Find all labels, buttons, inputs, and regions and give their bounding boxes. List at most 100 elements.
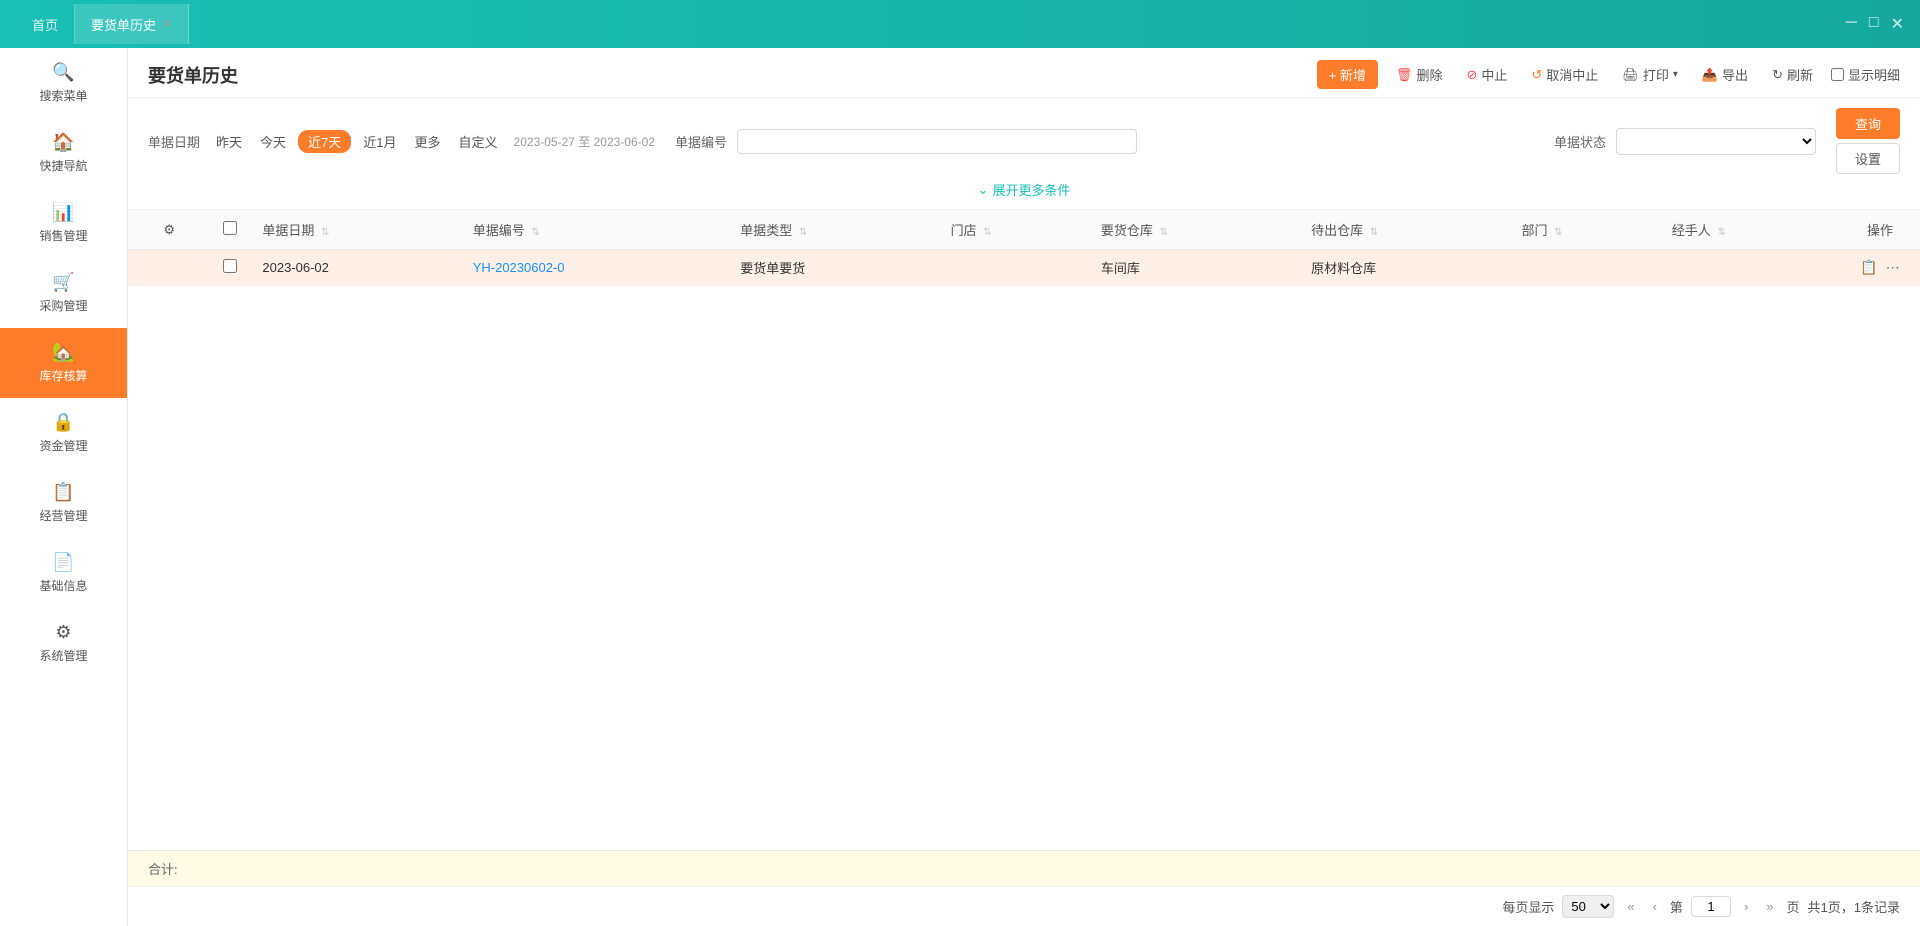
col-req-warehouse[interactable]: 要货仓库 ⇅	[1089, 210, 1299, 250]
new-button[interactable]: + 新增	[1317, 60, 1378, 89]
total-label: 合计:	[148, 862, 178, 877]
cancel-stop-button[interactable]: ↺ 取消中止	[1525, 61, 1604, 88]
tab-bar: 首页 要货单历史 ✕	[16, 4, 1846, 44]
doc-number-input[interactable]	[737, 129, 1137, 154]
first-page-btn[interactable]: «	[1622, 897, 1639, 916]
export-button[interactable]: 📤 导出	[1696, 61, 1754, 88]
sidebar-item-purchase-mgmt[interactable]: 🛒 采购管理	[0, 258, 127, 328]
display-detail-checkbox[interactable]: 显示明细	[1831, 65, 1900, 84]
row-select-0[interactable]	[223, 259, 237, 273]
sidebar-item-system-mgmt-label: 系统管理	[39, 647, 87, 664]
next-page-btn[interactable]: ›	[1739, 897, 1753, 916]
page-header: 要货单历史 + 新增 🗑 删除 ⊘ 中止	[128, 48, 1920, 98]
prev-page-btn[interactable]: ‹	[1648, 897, 1662, 916]
expand-more-btn[interactable]: ⌄ 展开更多条件	[978, 180, 1071, 199]
col-doc-date[interactable]: 单据日期 ⇅	[250, 210, 460, 250]
purchase-mgmt-icon: 🛒	[52, 272, 74, 293]
sidebar-item-operations-mgmt[interactable]: 📋 经营管理	[0, 468, 127, 538]
col-pending-warehouse[interactable]: 待出仓库 ⇅	[1299, 210, 1509, 250]
sidebar-item-purchase-mgmt-label: 采购管理	[39, 297, 87, 314]
sort-icon-handler: ⇅	[1717, 227, 1725, 238]
tab-requisition-history[interactable]: 要货单历史 ✕	[75, 4, 189, 44]
sidebar-item-operations-mgmt-label: 经营管理	[39, 507, 87, 524]
filter-area: 单据日期 昨天 今天 近7天 近1月 更多 自定义 2023-05-27 至 2…	[128, 98, 1920, 210]
minimize-icon[interactable]: ─	[1846, 14, 1857, 34]
op-icons-0: 📋 ⋯	[1852, 259, 1908, 276]
toolbar: + 新增 🗑 删除 ⊘ 中止 ↺ 取消中止	[1317, 60, 1900, 89]
col-store[interactable]: 门店 ⇅	[939, 210, 1089, 250]
per-page-label: 每页显示	[1502, 897, 1554, 916]
total-info: 共1页，1条记录	[1808, 897, 1900, 916]
sidebar-item-quick-nav[interactable]: 🏠 快捷导航	[0, 118, 127, 188]
refresh-icon: ↻	[1772, 67, 1783, 83]
search-menu-icon: 🔍	[52, 62, 74, 83]
delete-button[interactable]: 🗑 删除	[1390, 61, 1449, 88]
sort-icon-doc-type: ⇅	[799, 227, 807, 238]
sidebar-item-inventory-label: 库存核算	[39, 367, 87, 384]
row-checkbox-0[interactable]	[210, 250, 250, 286]
table-container: ⚙ 单据日期 ⇅ 单据编号 ⇅ 单据类型 ⇅ 门店 ⇅ 要货仓库 ⇅ 待出仓库 …	[128, 210, 1920, 850]
sidebar-item-search-menu[interactable]: 🔍 搜索菜单	[0, 48, 127, 118]
sidebar-item-basic-info-label: 基础信息	[39, 577, 87, 594]
new-label: + 新增	[1329, 65, 1366, 84]
status-label: 单据状态	[1554, 132, 1606, 151]
date-btn-custom[interactable]: 自定义	[453, 130, 504, 153]
col-doc-type[interactable]: 单据类型 ⇅	[728, 210, 938, 250]
date-btn-7days[interactable]: 近7天	[298, 130, 351, 153]
per-page-select[interactable]: 50 10 20 100	[1562, 895, 1614, 918]
col-operation: 操作	[1840, 210, 1920, 250]
gear-header[interactable]: ⚙	[128, 210, 210, 250]
table-footer: 合计:	[128, 850, 1920, 886]
tab-close-icon[interactable]: ✕	[162, 17, 172, 31]
query-button[interactable]: 查询	[1836, 108, 1900, 139]
doc-no-link-0[interactable]: YH-20230602-0	[473, 260, 565, 275]
refresh-button[interactable]: ↻ 刷新	[1766, 61, 1819, 88]
sidebar-item-sales-mgmt[interactable]: 📊 销售管理	[0, 188, 127, 258]
date-btn-1month[interactable]: 近1月	[357, 130, 402, 153]
stop-button[interactable]: ⊘ 中止	[1460, 61, 1513, 88]
op-more-icon-0[interactable]: ⋯	[1886, 259, 1900, 276]
date-btn-yesterday[interactable]: 昨天	[210, 130, 248, 153]
print-button[interactable]: 🖨 打印 ▾	[1616, 61, 1684, 88]
tab-home[interactable]: 首页	[16, 4, 75, 44]
sidebar-item-quick-nav-label: 快捷导航	[39, 157, 87, 174]
top-bar: 首页 要货单历史 ✕ ─ □ ✕	[0, 0, 1920, 48]
sidebar-item-basic-info[interactable]: 📄 基础信息	[0, 538, 127, 608]
sidebar-item-finance-mgmt[interactable]: 🔒 资金管理	[0, 398, 127, 468]
expand-row: ⌄ 展开更多条件	[148, 180, 1900, 199]
page-input[interactable]	[1691, 896, 1731, 917]
last-page-btn[interactable]: »	[1761, 897, 1778, 916]
col-department[interactable]: 部门 ⇅	[1509, 210, 1659, 250]
table-row: 2023-06-02 YH-20230602-0 要货单要货 车间库 原材料仓库…	[128, 250, 1920, 286]
col-doc-no[interactable]: 单据编号 ⇅	[461, 210, 729, 250]
date-filter-label: 单据日期	[148, 132, 200, 151]
sidebar: 🔍 搜索菜单 🏠 快捷导航 📊 销售管理 🛒 采购管理 🏡 库存核算 🔒	[0, 48, 128, 926]
row-store-0	[939, 250, 1089, 286]
row-department-0	[1509, 250, 1659, 286]
page-label-before: 第	[1670, 897, 1683, 916]
settings-button[interactable]: 设置	[1836, 143, 1900, 174]
display-detail-input[interactable]	[1831, 68, 1844, 81]
select-all-checkbox[interactable]	[223, 221, 237, 235]
date-btn-more[interactable]: 更多	[409, 130, 447, 153]
op-edit-icon-0[interactable]: 📋	[1860, 259, 1877, 276]
sort-icon-doc-date: ⇅	[321, 227, 329, 238]
stop-icon: ⊘	[1466, 67, 1477, 83]
row-doc-no-0[interactable]: YH-20230602-0	[461, 250, 729, 286]
system-mgmt-icon: ⚙	[55, 622, 71, 643]
sales-mgmt-icon: 📊	[52, 202, 74, 223]
checkbox-header[interactable]	[210, 210, 250, 250]
doc-number-label: 单据编号	[675, 132, 727, 151]
maximize-icon[interactable]: □	[1869, 14, 1879, 34]
date-btn-today[interactable]: 今天	[254, 130, 292, 153]
row-doc-date-0: 2023-06-02	[250, 250, 460, 286]
sort-icon-department: ⇅	[1554, 227, 1562, 238]
sidebar-item-system-mgmt[interactable]: ⚙ 系统管理	[0, 608, 127, 678]
status-select[interactable]	[1616, 128, 1816, 155]
date-filter-group: 单据日期 昨天 今天 近7天 近1月 更多 自定义 2023-05-27 至 2…	[148, 130, 655, 153]
inventory-icon: 🏡	[52, 342, 74, 363]
close-icon[interactable]: ✕	[1891, 14, 1904, 34]
date-filter-buttons: 昨天 今天 近7天 近1月 更多 自定义	[210, 130, 504, 153]
sidebar-item-inventory[interactable]: 🏡 库存核算	[0, 328, 127, 398]
col-handler[interactable]: 经手人 ⇅	[1660, 210, 1840, 250]
